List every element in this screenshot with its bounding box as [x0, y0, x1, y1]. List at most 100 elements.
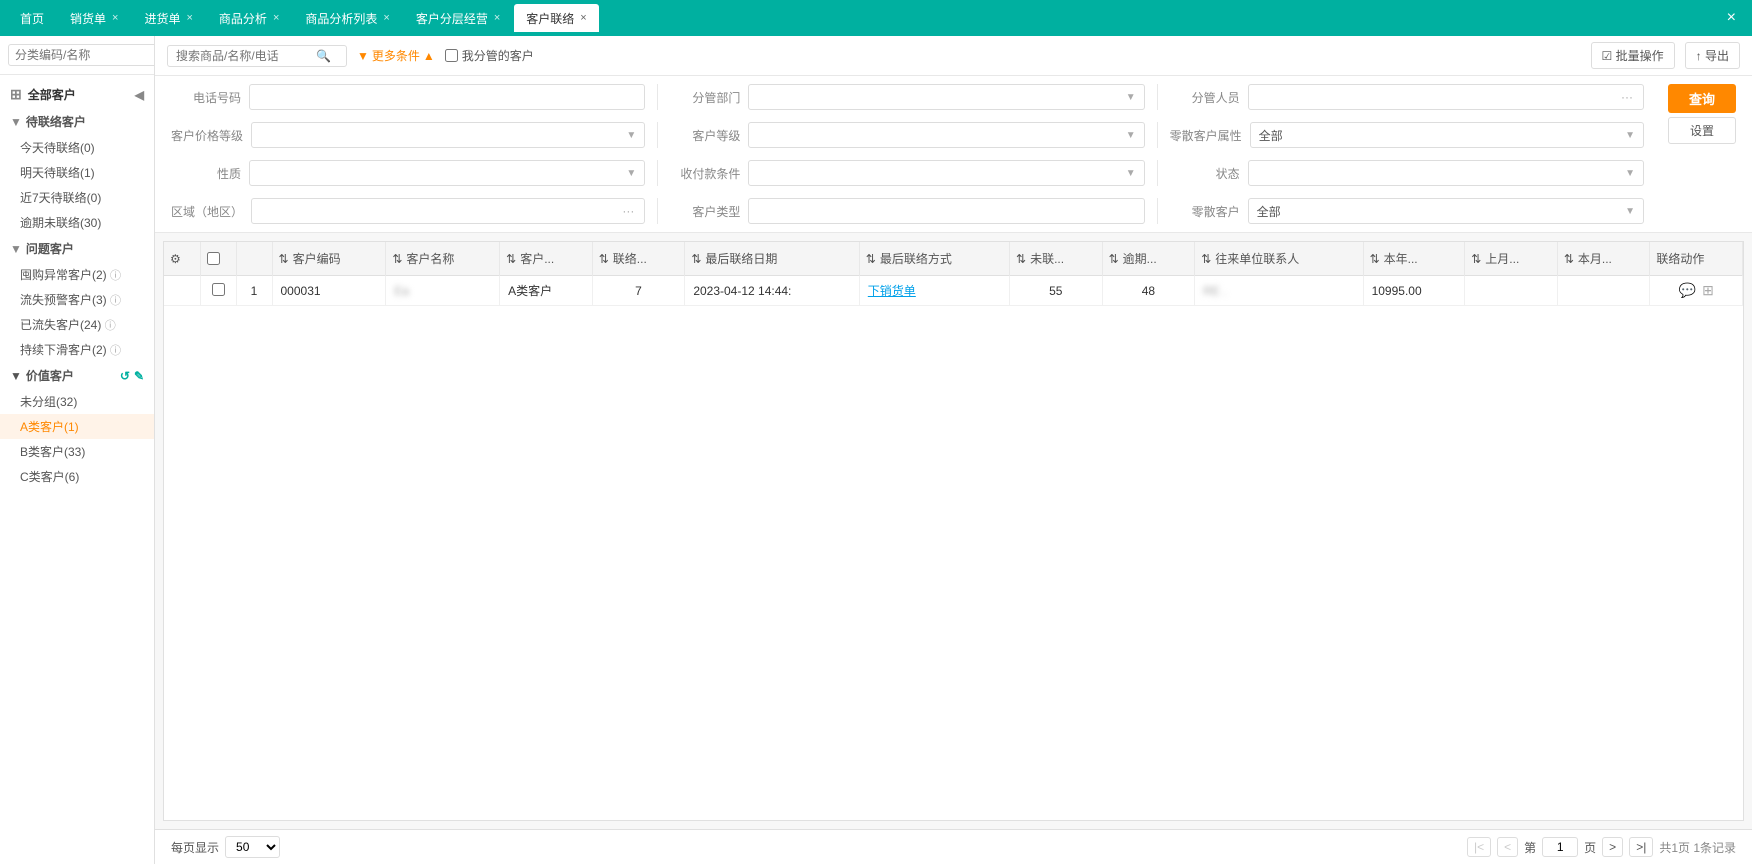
- sidebar-item-overdue-contact[interactable]: 逾期未联络(30): [0, 210, 154, 235]
- col-last-contact-method[interactable]: ⇅最后联络方式: [859, 242, 1009, 276]
- payment-arrow: ▼: [1126, 168, 1136, 179]
- filter-nature-field: 性质 ▼: [171, 160, 658, 186]
- close-customer-segment-tab[interactable]: ×: [494, 12, 500, 24]
- sidebar-item-churned[interactable]: 已流失客户(24) ⓘ: [0, 312, 154, 337]
- section-value-customers: ▼ 价值客户 ↺ ✎: [0, 362, 154, 389]
- page-size-select[interactable]: 50 100 200: [225, 836, 280, 858]
- col-this-month[interactable]: ⇅本月...: [1557, 242, 1650, 276]
- purchase-tab-label: 进货单: [144, 10, 180, 27]
- col-gear: ⚙: [164, 242, 200, 276]
- status-dropdown[interactable]: ▼: [1248, 160, 1644, 186]
- customer-type-input[interactable]: [755, 204, 1137, 218]
- manager-input[interactable]: [1255, 90, 1617, 104]
- more-conditions-button[interactable]: ▼ 更多条件 ▲: [357, 47, 435, 64]
- row-index: 1: [236, 276, 272, 306]
- sidebar-item-7days[interactable]: 近7天待联络(0): [0, 185, 154, 210]
- region-dots-icon[interactable]: ···: [618, 204, 638, 218]
- retail-attr-dropdown[interactable]: 全部 ▼: [1250, 122, 1644, 148]
- col-overdue[interactable]: ⇅逾期...: [1102, 242, 1195, 276]
- sales-tab-label: 销货单: [70, 10, 106, 27]
- last-page-button[interactable]: >|: [1629, 837, 1653, 857]
- sidebar-item-class-c[interactable]: C类客户(6): [0, 464, 154, 489]
- section-pending-contact[interactable]: ▼ 待联络客户: [0, 108, 154, 135]
- row-last-contact-date: 2023-04-12 14:44:: [685, 276, 859, 306]
- sidebar-item-class-a[interactable]: A类客户(1): [0, 414, 154, 439]
- tab-customer-segment[interactable]: 客户分层经营 ×: [404, 4, 512, 32]
- export-button[interactable]: ↑ 导出: [1685, 42, 1740, 69]
- tab-product-list[interactable]: 商品分析列表 ×: [293, 4, 401, 32]
- main-search-icon[interactable]: 🔍: [316, 49, 331, 63]
- next-page-button[interactable]: >: [1602, 837, 1623, 857]
- tab-product-analysis[interactable]: 商品分析 ×: [207, 4, 291, 32]
- row-checkbox[interactable]: [212, 283, 225, 296]
- close-product-list-tab[interactable]: ×: [383, 12, 389, 24]
- sidebar-collapse-icon[interactable]: ◀: [135, 88, 144, 102]
- sidebar-item-declining[interactable]: 持续下滑客户(2) ⓘ: [0, 337, 154, 362]
- section-problem-customers[interactable]: ▼ 问题客户: [0, 235, 154, 262]
- sidebar-item-class-b[interactable]: B类客户(33): [0, 439, 154, 464]
- status-label: 状态: [1170, 165, 1240, 182]
- sidebar-item-tomorrow[interactable]: 明天待联络(1): [0, 160, 154, 185]
- phone-input[interactable]: [256, 90, 638, 104]
- nature-dropdown[interactable]: ▼: [249, 160, 645, 186]
- main-search-input[interactable]: [176, 49, 316, 63]
- dept-dropdown[interactable]: ▼: [748, 84, 1144, 110]
- sidebar-item-hoarding[interactable]: 囤购异常客户(2) ⓘ: [0, 262, 154, 287]
- tab-sales[interactable]: 销货单 ×: [58, 4, 130, 32]
- close-sales-tab[interactable]: ×: [112, 12, 118, 24]
- manager-dots-icon[interactable]: ···: [1617, 90, 1637, 104]
- col-last-contact-date[interactable]: ⇅最后联络日期: [685, 242, 859, 276]
- product-analysis-tab-label: 商品分析: [219, 10, 267, 27]
- col-unit-contact[interactable]: ⇅往来单位联系人: [1195, 242, 1363, 276]
- sidebar-all-customers[interactable]: ⊞ 全部客户 ◀: [0, 81, 154, 108]
- query-button[interactable]: 查询: [1668, 84, 1736, 113]
- row-last-contact-method[interactable]: 下销货单: [859, 276, 1009, 306]
- setting-button[interactable]: 设置: [1668, 117, 1736, 144]
- customer-grade-dropdown[interactable]: ▼: [748, 122, 1144, 148]
- col-code[interactable]: ⇅客户编码: [272, 242, 386, 276]
- edit-value-icon[interactable]: ✎: [134, 369, 144, 383]
- batch-operation-button[interactable]: ☑ 批量操作: [1591, 42, 1675, 69]
- col-contact[interactable]: ⇅联络...: [592, 242, 685, 276]
- col-action-label: 联络动作: [1656, 250, 1704, 267]
- tab-home[interactable]: 首页: [8, 4, 56, 32]
- row-checkbox-cell: [200, 276, 236, 306]
- col-category[interactable]: ⇅客户...: [500, 242, 593, 276]
- more-arrow-icon: ▲: [423, 49, 435, 63]
- retail-attr-value: 全部: [1259, 127, 1283, 144]
- col-last-month[interactable]: ⇅上月...: [1465, 242, 1558, 276]
- close-customer-contact-tab[interactable]: ×: [580, 12, 586, 24]
- my-customers-check[interactable]: [445, 49, 458, 62]
- page-suffix: 页: [1584, 839, 1596, 856]
- region-input[interactable]: [258, 204, 618, 218]
- page-number-input[interactable]: [1542, 837, 1578, 857]
- my-customers-checkbox[interactable]: 我分管的客户: [445, 47, 534, 64]
- close-all-tabs-button[interactable]: ×: [1719, 5, 1744, 31]
- payment-dropdown[interactable]: ▼: [748, 160, 1144, 186]
- customer-type-input-wrap: [748, 198, 1144, 224]
- filter-customer-type-field: 客户类型: [658, 198, 1157, 224]
- tab-customer-contact[interactable]: 客户联络 ×: [514, 4, 598, 32]
- sidebar-item-today[interactable]: 今天待联络(0): [0, 135, 154, 160]
- first-page-button[interactable]: |<: [1467, 837, 1491, 857]
- retail-dropdown[interactable]: 全部 ▼: [1248, 198, 1644, 224]
- select-all-checkbox[interactable]: [207, 252, 220, 265]
- qr-action-icon[interactable]: ⊞: [1702, 282, 1714, 299]
- message-action-icon[interactable]: 💬: [1679, 282, 1696, 299]
- search-wrap: 🔍: [167, 45, 347, 67]
- col-no-contact[interactable]: ⇅未联...: [1010, 242, 1103, 276]
- close-product-analysis-tab[interactable]: ×: [273, 12, 279, 24]
- sidebar-item-unclassified[interactable]: 未分组(32): [0, 389, 154, 414]
- prev-page-button[interactable]: <: [1497, 837, 1518, 857]
- sidebar-item-churn-warning[interactable]: 流失预警客户(3) ⓘ: [0, 287, 154, 312]
- sort-icon-name: ⇅: [392, 252, 402, 266]
- price-grade-dropdown[interactable]: ▼: [251, 122, 645, 148]
- gear-icon[interactable]: ⚙: [170, 252, 181, 266]
- col-this-year[interactable]: ⇅本年...: [1363, 242, 1465, 276]
- refresh-icon[interactable]: ↺: [120, 369, 130, 383]
- col-name[interactable]: ⇅客户名称: [386, 242, 500, 276]
- tab-purchase[interactable]: 进货单 ×: [132, 4, 204, 32]
- sidebar-search-input[interactable]: [8, 44, 155, 66]
- retail-label: 零散客户: [1170, 203, 1240, 220]
- close-purchase-tab[interactable]: ×: [186, 12, 192, 24]
